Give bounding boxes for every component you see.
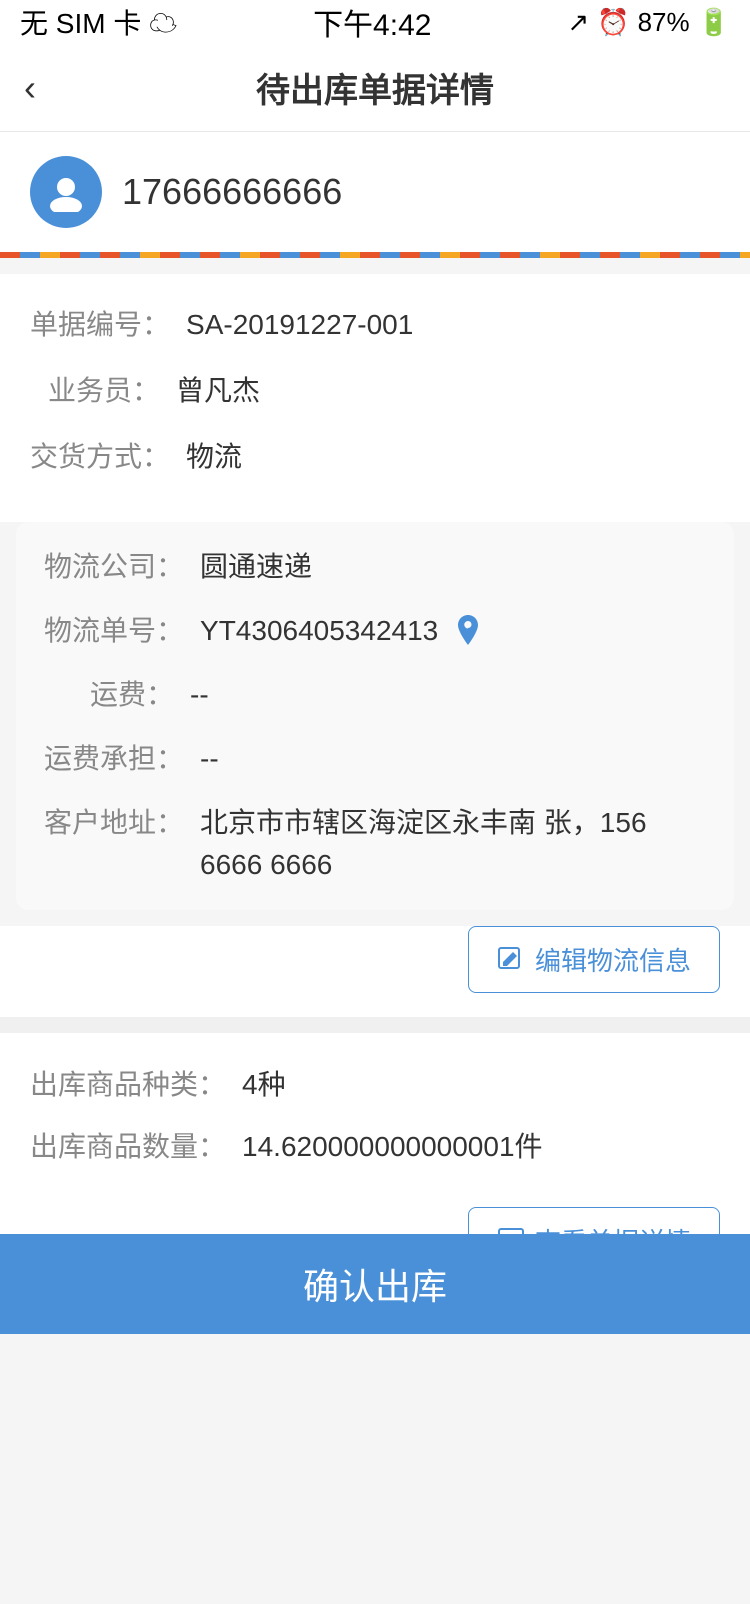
order-number-value: SA-20191227-001 bbox=[186, 304, 720, 346]
alarm-icon: ⏰ bbox=[597, 7, 629, 38]
avatar bbox=[30, 156, 102, 228]
status-bar: 无 SIM 卡 ☁ 下午4:42 ↗ ⏰ 87% 🔋 bbox=[0, 0, 750, 44]
logistics-freight-row: 运费： -- bbox=[44, 674, 706, 716]
goods-types-label: 出库商品种类： bbox=[30, 1063, 226, 1103]
empty-space bbox=[0, 1304, 750, 1504]
goods-types-row: 出库商品种类： 4种 bbox=[30, 1063, 720, 1103]
edit-icon bbox=[497, 946, 525, 974]
basic-info-section: 单据编号： SA-20191227-001 业务员： 曾凡杰 交货方式： 物流 bbox=[0, 274, 750, 522]
logistics-company-label: 物流公司： bbox=[44, 546, 184, 588]
delivery-method-label: 交货方式： bbox=[30, 436, 170, 478]
status-left: 无 SIM 卡 ☁ bbox=[20, 2, 177, 42]
confirm-button[interactable]: 确认出库 bbox=[0, 1234, 750, 1334]
logistics-freight-value: -- bbox=[190, 674, 706, 716]
logistics-tracking-label: 物流单号： bbox=[44, 610, 184, 652]
edit-logistics-button[interactable]: 编辑物流信息 bbox=[468, 926, 720, 993]
logistics-address-label: 客户地址： bbox=[44, 802, 184, 844]
logistics-tracking-row: 物流单号： YT43064053424​13 bbox=[44, 610, 706, 652]
page-title: 待出库单据详情 bbox=[256, 63, 494, 112]
logistics-freight-label: 运费： bbox=[44, 674, 174, 716]
dashed-separator bbox=[0, 252, 750, 258]
goods-types-value: 4种 bbox=[242, 1063, 286, 1103]
nav-bar: ‹ 待出库单据详情 bbox=[0, 44, 750, 132]
logistics-freight-bear-label: 运费承担： bbox=[44, 738, 184, 780]
delivery-method-value: 物流 bbox=[186, 436, 720, 478]
battery-icon: 🔋 bbox=[698, 7, 730, 38]
status-time: 下午4:42 bbox=[313, 0, 431, 44]
back-button[interactable]: ‹ bbox=[24, 67, 36, 109]
customer-phone: 17666666666 bbox=[122, 171, 342, 213]
goods-quantity-label: 出库商品数量： bbox=[30, 1125, 226, 1165]
logistics-address-value: 北京市市辖区海淀区永丰南 张，156 6666 6666 bbox=[200, 802, 706, 886]
order-number-row: 单据编号： SA-20191227-001 bbox=[30, 304, 720, 346]
logistics-freight-bear-row: 运费承担： -- bbox=[44, 738, 706, 780]
location-status-icon: ↗ bbox=[567, 7, 589, 38]
section-divider bbox=[0, 1017, 750, 1033]
delivery-method-row: 交货方式： 物流 bbox=[30, 436, 720, 478]
edit-button-row: 编辑物流信息 bbox=[0, 926, 750, 1017]
goods-quantity-value: 14.620000000000001件 bbox=[242, 1125, 543, 1165]
sales-person-value: 曾凡杰 bbox=[176, 370, 720, 412]
goods-quantity-row: 出库商品数量： 14.620000000000001件 bbox=[30, 1125, 720, 1165]
order-number-label: 单据编号： bbox=[30, 304, 170, 346]
logistics-card: 物流公司： 圆通速递 物流单号： YT43064053424​13 运费： --… bbox=[16, 522, 734, 910]
status-right: ↗ ⏰ 87% 🔋 bbox=[567, 7, 730, 38]
logistics-tracking-value: YT43064053424​13 bbox=[200, 610, 706, 652]
logistics-company-row: 物流公司： 圆通速递 bbox=[44, 546, 706, 588]
goods-section: 出库商品种类： 4种 出库商品数量： 14.620000000000001件 bbox=[0, 1033, 750, 1207]
battery-status: 87% bbox=[638, 7, 690, 38]
sales-person-row: 业务员： 曾凡杰 bbox=[30, 370, 720, 412]
logistics-company-value: 圆通速递 bbox=[200, 546, 706, 588]
customer-header: 17666666666 bbox=[0, 132, 750, 252]
sim-status: 无 SIM 卡 ☁ bbox=[20, 2, 177, 42]
location-icon[interactable] bbox=[450, 613, 486, 649]
sales-person-label: 业务员： bbox=[30, 370, 160, 412]
logistics-address-row: 客户地址： 北京市市辖区海淀区永丰南 张，156 6666 6666 bbox=[44, 802, 706, 886]
logistics-freight-bear-value: -- bbox=[200, 738, 706, 780]
